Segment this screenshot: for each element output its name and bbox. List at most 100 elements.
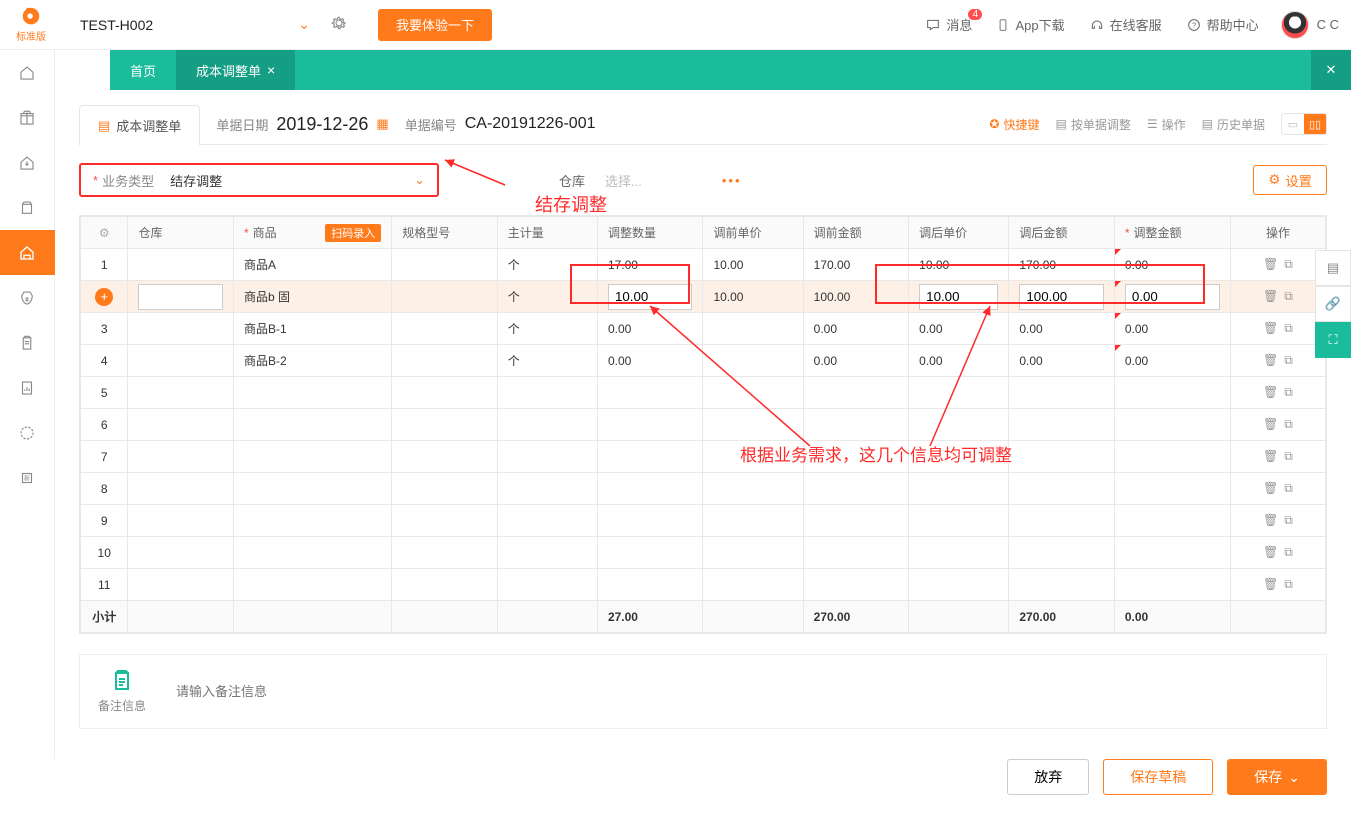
table-row[interactable]: 11🗑⧉ — [81, 569, 1326, 601]
table-row[interactable]: +商品b 固个10.00100.00🗑⧉ — [81, 281, 1326, 313]
table-row[interactable]: 3商品B-1个0.000.000.000.000.00🗑⧉ — [81, 313, 1326, 345]
scan-tag[interactable]: 扫码录入 — [325, 224, 381, 242]
qty-input[interactable] — [608, 284, 693, 310]
close-icon[interactable]: × — [267, 62, 275, 78]
document-icon: ▤ — [98, 118, 110, 134]
document-tab[interactable]: ▤ 成本调整单 — [79, 105, 200, 145]
delete-row-icon[interactable]: 🗑 — [1263, 513, 1278, 527]
col-spec: 规格型号 — [392, 217, 498, 249]
save-button[interactable]: 保存 ⌄ — [1227, 759, 1327, 795]
delete-row-icon[interactable]: 🗑 — [1263, 417, 1278, 431]
help-center-link[interactable]: ? 帮助中心 — [1186, 15, 1259, 34]
copy-row-icon[interactable]: ⧉ — [1284, 481, 1293, 496]
doc-number: 单据编号 CA-20191226-001 — [405, 115, 596, 134]
messages-link[interactable]: 消息 4 — [925, 15, 972, 34]
col-qty: 调整数量 — [597, 217, 703, 249]
delete-row-icon[interactable]: 🗑 — [1263, 321, 1278, 335]
single-doc-link[interactable]: ▤ 按单据调整 — [1056, 116, 1131, 133]
sidebar-item-report[interactable] — [0, 365, 55, 410]
sidebar-item-in[interactable] — [0, 140, 55, 185]
sidebar-item-warehouse[interactable] — [0, 230, 55, 275]
history-link[interactable]: ▤ 历史单据 — [1202, 116, 1265, 133]
delete-row-icon[interactable]: 🗑 — [1263, 449, 1278, 463]
rail-note-button[interactable]: ▤ — [1315, 250, 1351, 286]
upost-input[interactable] — [919, 284, 998, 310]
copy-row-icon[interactable]: ⧉ — [1284, 449, 1293, 464]
col-apost: 调后金额 — [1009, 217, 1115, 249]
trial-button[interactable]: 我要体验一下 — [378, 9, 492, 41]
delete-row-icon[interactable]: 🗑 — [1263, 289, 1278, 303]
svg-text:?: ? — [1192, 20, 1196, 29]
sidebar-item-home[interactable] — [0, 50, 55, 95]
copy-row-icon[interactable]: ⧉ — [1284, 417, 1293, 432]
copy-row-icon[interactable]: ⧉ — [1284, 353, 1293, 368]
table-row[interactable]: 1商品A个17.0010.00170.0010.00170.000.00🗑⧉ — [81, 249, 1326, 281]
copy-row-icon[interactable]: ⧉ — [1284, 321, 1293, 336]
column-config-button[interactable]: ⚙ — [81, 217, 128, 249]
avatar[interactable] — [1281, 11, 1309, 39]
chevron-down-icon: ⌄ — [298, 16, 310, 33]
remark-input[interactable] — [176, 684, 1308, 699]
settings-button[interactable]: ⚙ 设置 — [1253, 165, 1327, 195]
more-icon[interactable]: ••• — [722, 173, 742, 188]
table-row[interactable]: 6🗑⧉ — [81, 409, 1326, 441]
customer-service-link[interactable]: 在线客服 — [1089, 15, 1162, 34]
copy-row-icon[interactable]: ⧉ — [1284, 513, 1293, 528]
table-row[interactable]: 4商品B-2个0.000.000.000.000.00🗑⧉ — [81, 345, 1326, 377]
table-header-row: ⚙ 仓库 *商品扫码录入 规格型号 主计量 调整数量 调前单价 调前金额 调后单… — [81, 217, 1326, 249]
rail-fullscreen-button[interactable]: ⛶ — [1315, 322, 1351, 358]
chevron-down-icon: ⌄ — [414, 172, 425, 188]
delete-row-icon[interactable]: 🗑 — [1263, 545, 1278, 559]
copy-row-icon[interactable]: ⧉ — [1284, 577, 1293, 592]
add-row-icon[interactable]: + — [95, 288, 113, 306]
sidebar-item-clipboard[interactable] — [0, 320, 55, 365]
sidebar-item-gift[interactable] — [0, 95, 55, 140]
sidebar-item-box[interactable] — [0, 185, 55, 230]
discard-button[interactable]: 放弃 — [1007, 759, 1089, 795]
view-grid-icon[interactable]: ▯▯ — [1304, 114, 1326, 134]
tab-bar: 首页 成本调整单 × ✕ — [110, 50, 1351, 90]
calendar-icon[interactable]: ▦ — [376, 116, 388, 132]
table-row[interactable]: 7🗑⧉ — [81, 441, 1326, 473]
tab-bar-close[interactable]: ✕ — [1311, 50, 1351, 90]
wh-input[interactable] — [138, 284, 223, 310]
copy-row-icon[interactable]: ⧉ — [1284, 257, 1293, 272]
org-select[interactable]: TEST-H002 ⌄ — [70, 9, 320, 41]
tab-cost-adjustment[interactable]: 成本调整单 × — [176, 50, 295, 90]
warehouse-select[interactable]: 仓库 选择... — [559, 171, 642, 190]
delete-row-icon[interactable]: 🗑 — [1263, 385, 1278, 399]
delete-row-icon[interactable]: 🗑 — [1263, 481, 1278, 495]
table-row[interactable]: 8🗑⧉ — [81, 473, 1326, 505]
delete-row-icon[interactable]: 🗑 — [1263, 353, 1278, 367]
rail-link-button[interactable]: 🔗 — [1315, 286, 1351, 322]
hotkey-link[interactable]: ✪ 快捷键 — [989, 116, 1039, 133]
col-adj: *调整金额 — [1114, 217, 1230, 249]
operate-link[interactable]: ☰ 操作 — [1147, 116, 1186, 133]
data-table: ⚙ 仓库 *商品扫码录入 规格型号 主计量 调整数量 调前单价 调前金额 调后单… — [79, 215, 1327, 634]
sidebar-item-new[interactable]: 新 — [0, 455, 55, 500]
sidebar-item-money[interactable] — [0, 275, 55, 320]
copy-row-icon[interactable]: ⧉ — [1284, 289, 1293, 304]
headset-icon — [1089, 17, 1105, 33]
business-type-select[interactable]: * 业务类型 结存调整 ⌄ — [79, 163, 439, 197]
copy-row-icon[interactable]: ⧉ — [1284, 545, 1293, 560]
tab-home[interactable]: 首页 — [110, 50, 176, 90]
apost-input[interactable] — [1019, 284, 1104, 310]
delete-row-icon[interactable]: 🗑 — [1263, 577, 1278, 591]
annotation-text-1: 结存调整 — [535, 191, 607, 217]
delete-row-icon[interactable]: 🗑 — [1263, 257, 1278, 271]
table-row[interactable]: 5🗑⧉ — [81, 377, 1326, 409]
table-row[interactable]: 10🗑⧉ — [81, 537, 1326, 569]
copy-row-icon[interactable]: ⧉ — [1284, 385, 1293, 400]
save-draft-button[interactable]: 保存草稿 — [1103, 759, 1213, 795]
sidebar-item-sync[interactable] — [0, 410, 55, 455]
table-row[interactable]: 9🗑⧉ — [81, 505, 1326, 537]
top-bar: 标准版 TEST-H002 ⌄ 我要体验一下 消息 4 App下载 在线客服 ?… — [0, 0, 1351, 50]
adj-input[interactable] — [1125, 284, 1220, 310]
col-upost: 调后单价 — [909, 217, 1009, 249]
view-toggle[interactable]: ▭ ▯▯ — [1281, 113, 1327, 135]
org-settings-button[interactable] — [330, 14, 348, 35]
view-list-icon[interactable]: ▭ — [1282, 114, 1304, 134]
user-name: C C — [1317, 17, 1339, 32]
app-download-link[interactable]: App下载 — [996, 15, 1064, 34]
